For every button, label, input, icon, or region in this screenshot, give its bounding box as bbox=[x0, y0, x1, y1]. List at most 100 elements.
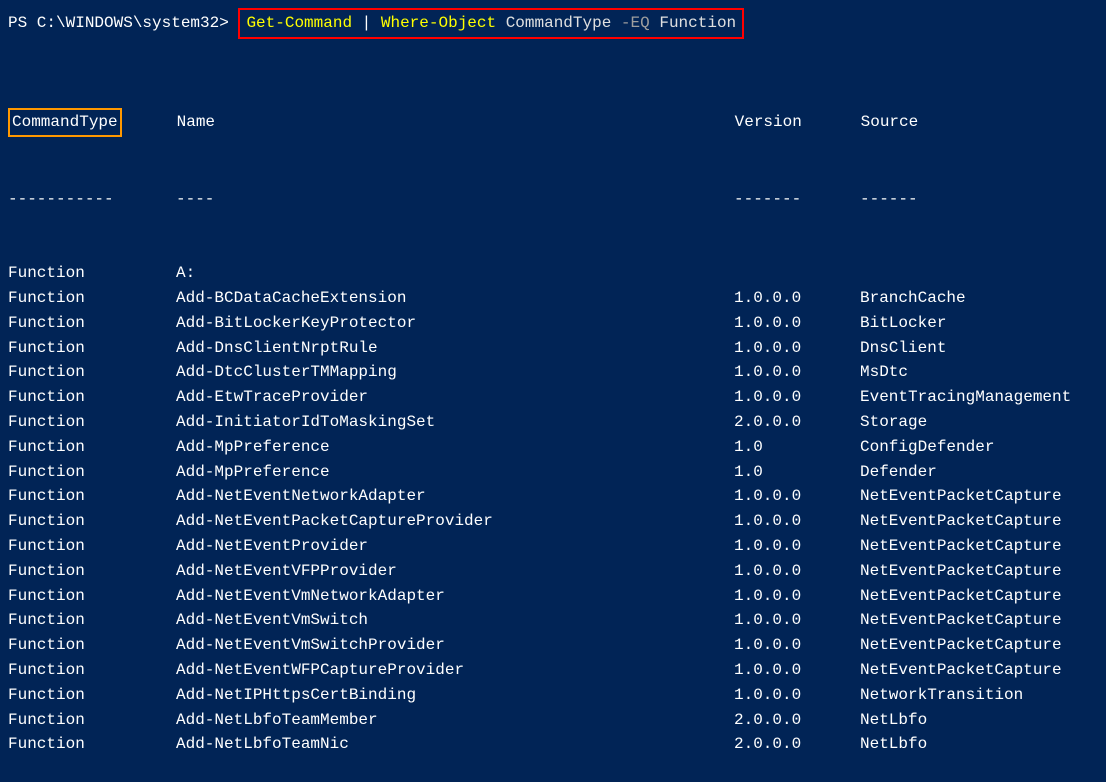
cell-version: 1.0.0.0 bbox=[734, 559, 860, 584]
cell-name: Add-EtwTraceProvider bbox=[176, 385, 734, 410]
cell-source: NetEventPacketCapture bbox=[860, 509, 1062, 534]
cell-version: 1.0.0.0 bbox=[734, 484, 860, 509]
param-commandtype: CommandType bbox=[496, 14, 621, 32]
table-row: FunctionAdd-NetLbfoTeamMember2.0.0.0NetL… bbox=[8, 708, 1098, 733]
pipe-symbol: | bbox=[352, 14, 381, 32]
cell-commandtype: Function bbox=[8, 484, 176, 509]
table-row: FunctionAdd-NetEventProvider1.0.0.0NetEv… bbox=[8, 534, 1098, 559]
cell-name: Add-BitLockerKeyProtector bbox=[176, 311, 734, 336]
cell-commandtype: Function bbox=[8, 633, 176, 658]
cell-commandtype: Function bbox=[8, 336, 176, 361]
arg-function: Function bbox=[650, 14, 736, 32]
table-row: FunctionAdd-NetEventVmNetworkAdapter1.0.… bbox=[8, 584, 1098, 609]
cell-name: Add-NetEventVFPProvider bbox=[176, 559, 734, 584]
cell-commandtype: Function bbox=[8, 732, 176, 757]
cell-source: NetLbfo bbox=[860, 732, 927, 757]
cell-source: EventTracingManagement bbox=[860, 385, 1071, 410]
table-row: FunctionAdd-BitLockerKeyProtector1.0.0.0… bbox=[8, 311, 1098, 336]
cell-source: BitLocker bbox=[860, 311, 946, 336]
header-commandtype-highlight: CommandType bbox=[8, 108, 122, 137]
underline-version: ------- bbox=[734, 187, 860, 212]
cell-version: 1.0.0.0 bbox=[734, 608, 860, 633]
cmdlet-getcommand: Get-Command bbox=[246, 14, 352, 32]
cell-commandtype: Function bbox=[8, 683, 176, 708]
cell-name: Add-NetEventProvider bbox=[176, 534, 734, 559]
cell-version: 2.0.0.0 bbox=[734, 410, 860, 435]
cell-commandtype: Function bbox=[8, 360, 176, 385]
cell-version: 1.0 bbox=[734, 460, 860, 485]
cell-version: 1.0.0.0 bbox=[734, 336, 860, 361]
cell-name: Add-MpPreference bbox=[176, 435, 734, 460]
cell-name: Add-DnsClientNrptRule bbox=[176, 336, 734, 361]
cell-source: NetworkTransition bbox=[860, 683, 1023, 708]
table-row: FunctionAdd-NetEventWFPCaptureProvider1.… bbox=[8, 658, 1098, 683]
header-source: Source bbox=[861, 110, 919, 135]
cmdlet-whereobject: Where-Object bbox=[381, 14, 496, 32]
cell-version: 1.0.0.0 bbox=[734, 385, 860, 410]
table-row: FunctionAdd-MpPreference1.0ConfigDefende… bbox=[8, 435, 1098, 460]
cell-source: Defender bbox=[860, 460, 937, 485]
cell-name: Add-NetEventVmNetworkAdapter bbox=[176, 584, 734, 609]
operator-eq: -EQ bbox=[621, 14, 650, 32]
table-row: FunctionAdd-MpPreference1.0Defender bbox=[8, 460, 1098, 485]
table-row: FunctionAdd-DnsClientNrptRule1.0.0.0DnsC… bbox=[8, 336, 1098, 361]
cell-name: Add-InitiatorIdToMaskingSet bbox=[176, 410, 734, 435]
cell-name: Add-NetEventPacketCaptureProvider bbox=[176, 509, 734, 534]
cell-source: NetLbfo bbox=[860, 708, 927, 733]
prompt-prefix: PS C:\WINDOWS\system32> bbox=[8, 14, 238, 32]
cell-version: 1.0.0.0 bbox=[734, 683, 860, 708]
table-row: FunctionAdd-NetEventVmSwitchProvider1.0.… bbox=[8, 633, 1098, 658]
cell-commandtype: Function bbox=[8, 261, 176, 286]
table-row: FunctionAdd-EtwTraceProvider1.0.0.0Event… bbox=[8, 385, 1098, 410]
cell-version: 1.0.0.0 bbox=[734, 286, 860, 311]
cell-commandtype: Function bbox=[8, 559, 176, 584]
underline-commandtype: ----------- bbox=[8, 187, 176, 212]
cell-name: Add-BCDataCacheExtension bbox=[176, 286, 734, 311]
cell-commandtype: Function bbox=[8, 534, 176, 559]
cell-name: Add-NetIPHttpsCertBinding bbox=[176, 683, 734, 708]
cell-name: Add-NetLbfoTeamNic bbox=[176, 732, 734, 757]
cell-source: NetEventPacketCapture bbox=[860, 658, 1062, 683]
table-row: FunctionAdd-NetIPHttpsCertBinding1.0.0.0… bbox=[8, 683, 1098, 708]
cell-source: NetEventPacketCapture bbox=[860, 559, 1062, 584]
prompt-line[interactable]: PS C:\WINDOWS\system32> Get-Command | Wh… bbox=[8, 8, 1098, 39]
table-row: FunctionAdd-NetEventPacketCaptureProvide… bbox=[8, 509, 1098, 534]
header-version: Version bbox=[735, 110, 861, 135]
cell-version: 1.0.0.0 bbox=[734, 584, 860, 609]
cell-name: Add-NetLbfoTeamMember bbox=[176, 708, 734, 733]
cell-version: 1.0.0.0 bbox=[734, 311, 860, 336]
command-highlight-box: Get-Command | Where-Object CommandType -… bbox=[238, 8, 744, 39]
header-name: Name bbox=[177, 110, 735, 135]
cell-commandtype: Function bbox=[8, 385, 176, 410]
cell-commandtype: Function bbox=[8, 509, 176, 534]
cell-name: Add-MpPreference bbox=[176, 460, 734, 485]
cell-version: 1.0.0.0 bbox=[734, 633, 860, 658]
cell-commandtype: Function bbox=[8, 708, 176, 733]
table-row: FunctionAdd-DtcClusterTMMapping1.0.0.0Ms… bbox=[8, 360, 1098, 385]
cell-commandtype: Function bbox=[8, 584, 176, 609]
cell-name: Add-NetEventVmSwitch bbox=[176, 608, 734, 633]
cell-name: Add-NetEventNetworkAdapter bbox=[176, 484, 734, 509]
cell-version: 2.0.0.0 bbox=[734, 732, 860, 757]
table-row: FunctionAdd-BCDataCacheExtension1.0.0.0B… bbox=[8, 286, 1098, 311]
table-row: FunctionAdd-NetEventVFPProvider1.0.0.0Ne… bbox=[8, 559, 1098, 584]
cell-commandtype: Function bbox=[8, 410, 176, 435]
cell-commandtype: Function bbox=[8, 460, 176, 485]
cell-name: A: bbox=[176, 261, 734, 286]
cell-name: Add-DtcClusterTMMapping bbox=[176, 360, 734, 385]
cell-source: DnsClient bbox=[860, 336, 946, 361]
cell-version: 2.0.0.0 bbox=[734, 708, 860, 733]
table-row: FunctionAdd-NetEventVmSwitch1.0.0.0NetEv… bbox=[8, 608, 1098, 633]
cell-source: Storage bbox=[860, 410, 927, 435]
cell-source: BranchCache bbox=[860, 286, 966, 311]
cell-source: NetEventPacketCapture bbox=[860, 633, 1062, 658]
cell-commandtype: Function bbox=[8, 658, 176, 683]
cell-commandtype: Function bbox=[8, 435, 176, 460]
cell-source: NetEventPacketCapture bbox=[860, 584, 1062, 609]
table-row: FunctionA: bbox=[8, 261, 1098, 286]
cell-name: Add-NetEventWFPCaptureProvider bbox=[176, 658, 734, 683]
cell-version: 1.0.0.0 bbox=[734, 534, 860, 559]
table-row: FunctionAdd-InitiatorIdToMaskingSet2.0.0… bbox=[8, 410, 1098, 435]
table-row: FunctionAdd-NetEventNetworkAdapter1.0.0.… bbox=[8, 484, 1098, 509]
table-underline-row: ---------------------------- bbox=[8, 187, 1098, 212]
